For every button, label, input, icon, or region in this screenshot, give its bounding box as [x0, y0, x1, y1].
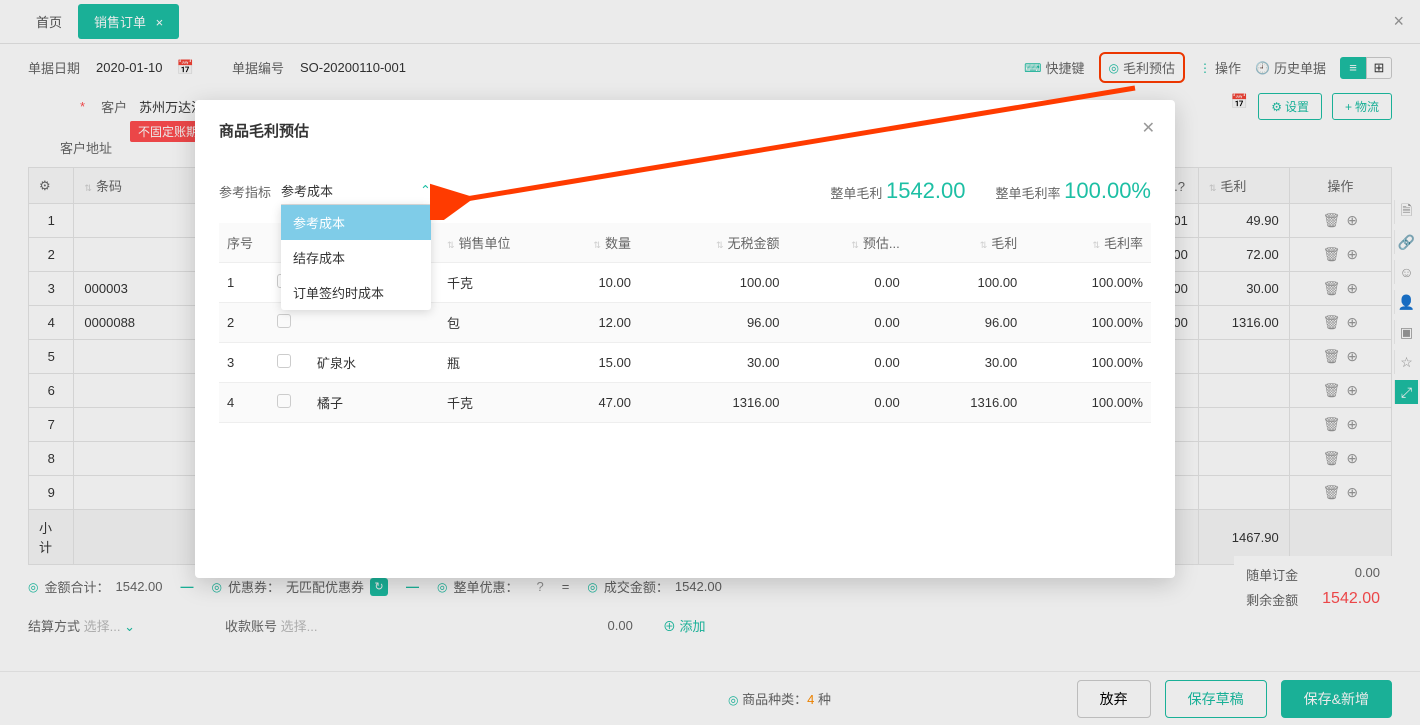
modal-close-icon[interactable]: ✕ [1142, 118, 1155, 138]
row-checkbox[interactable] [277, 354, 291, 368]
mcol-est[interactable]: ⇅预估... [788, 223, 908, 263]
row-checkbox[interactable] [277, 394, 291, 408]
profit-row[interactable]: 3矿泉水瓶15.0030.000.0030.00100.00% [219, 343, 1151, 383]
mcol-rate[interactable]: ⇅毛利率 [1025, 223, 1151, 263]
total-rate-label: 整单毛利率 [996, 186, 1061, 201]
mcol-unit[interactable]: ⇅销售单位 [439, 223, 539, 263]
mcol-qty[interactable]: ⇅数量 [539, 223, 639, 263]
select-value: 参考成本 [281, 184, 333, 199]
cost-basis-select[interactable]: 参考成本 ⌄ 参考成本 结存成本 订单签约时成本 [281, 177, 431, 205]
modal-summary: 整单毛利 1542.00 整单毛利率 100.00% [830, 178, 1151, 204]
mcol-amt[interactable]: ⇅无税金额 [639, 223, 788, 263]
total-rate-value: 100.00% [1064, 178, 1151, 203]
modal-filter-row: 参考指标 参考成本 ⌄ 参考成本 结存成本 订单签约时成本 整单毛利 1542.… [219, 177, 1151, 205]
option-balance-cost[interactable]: 结存成本 [281, 240, 431, 275]
profit-row[interactable]: 4橘子千克47.001316.000.001316.00100.00% [219, 383, 1151, 423]
row-checkbox[interactable] [277, 314, 291, 328]
option-contract-cost[interactable]: 订单签约时成本 [281, 275, 431, 310]
filter-label: 参考指标 [219, 182, 271, 201]
cost-basis-dropdown: 参考成本 结存成本 订单签约时成本 [281, 205, 431, 310]
modal-title: 商品毛利预估 [219, 120, 1151, 141]
total-profit-label: 整单毛利 [830, 186, 882, 201]
mcol-profit[interactable]: ⇅毛利 [908, 223, 1026, 263]
profit-modal: 商品毛利预估 ✕ 参考指标 参考成本 ⌄ 参考成本 结存成本 订单签约时成本 整… [195, 100, 1175, 578]
mcol-idx: 序号 [219, 223, 269, 263]
total-profit-value: 1542.00 [886, 178, 966, 203]
option-ref-cost[interactable]: 参考成本 [281, 205, 431, 240]
chevron-up-icon: ⌄ [420, 181, 431, 197]
